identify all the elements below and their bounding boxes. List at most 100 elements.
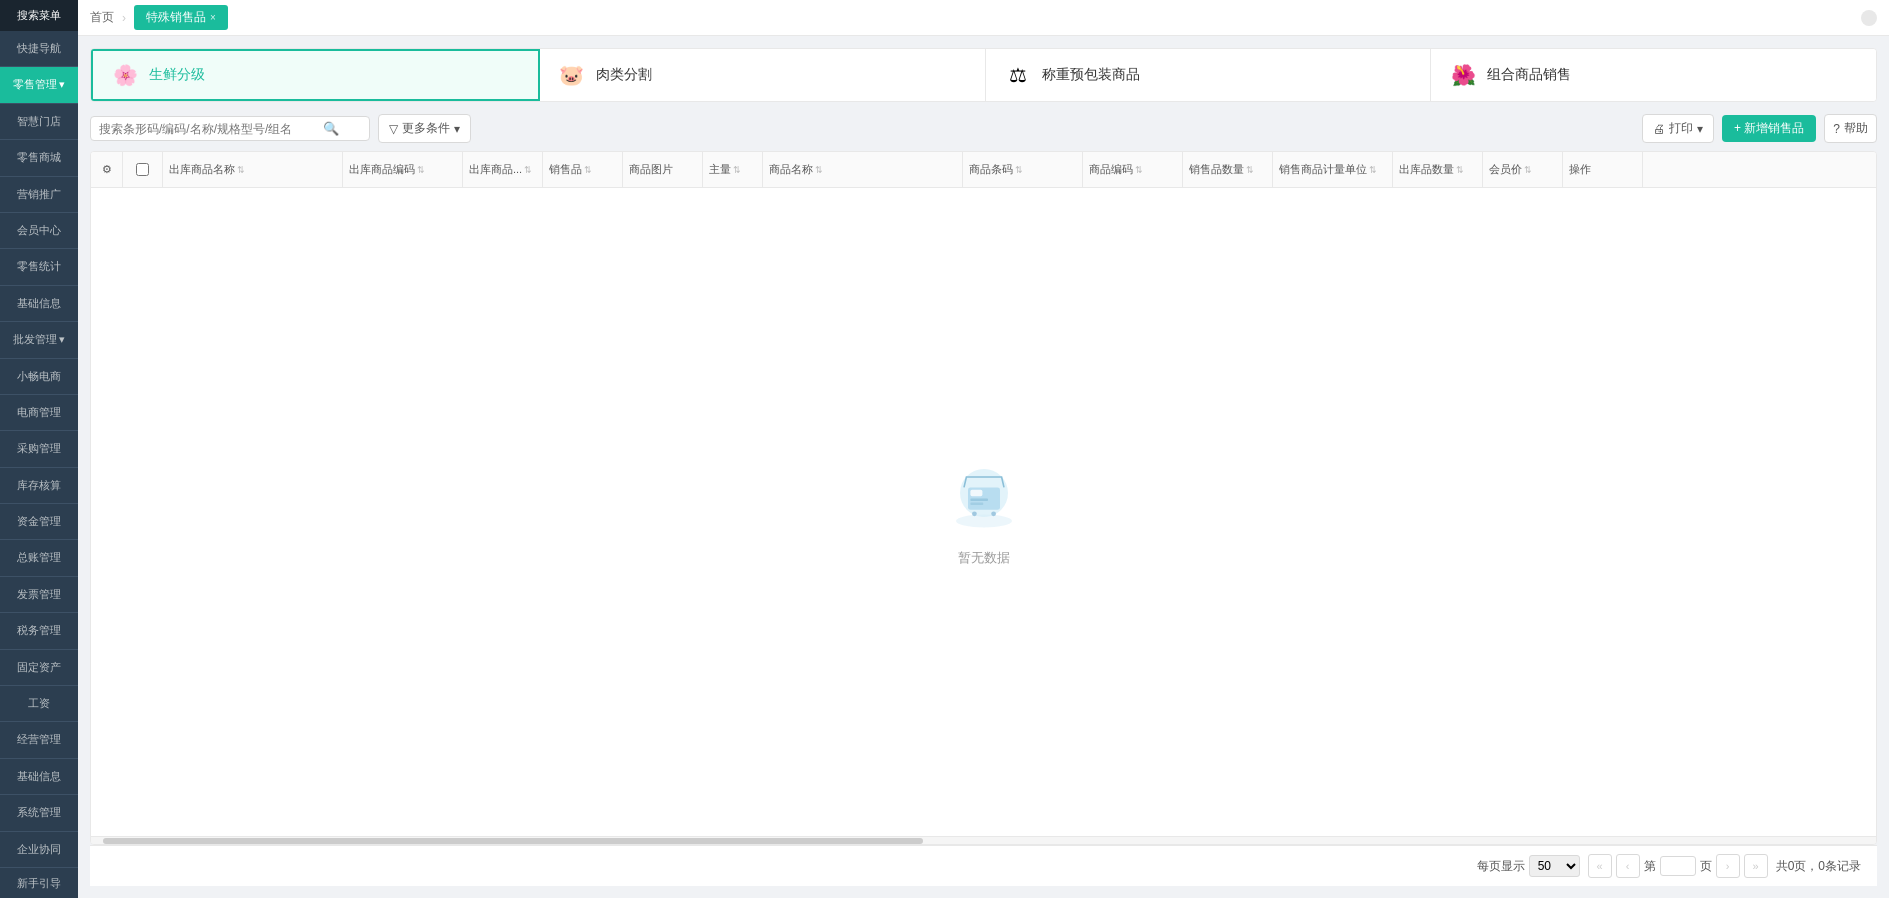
search-box[interactable]: 🔍	[90, 116, 370, 141]
th-checkbox[interactable]	[123, 152, 163, 187]
user-avatar[interactable]	[1861, 10, 1877, 26]
sidebar-item-ledger[interactable]: 总账管理	[0, 540, 78, 576]
select-all-checkbox[interactable]	[136, 163, 149, 176]
th-goodsname[interactable]: 商品名称 ⇅	[763, 152, 963, 187]
sidebar-item-baseinfo2[interactable]: 基础信息	[0, 759, 78, 795]
tab-combo[interactable]: 🌺 组合商品销售	[1431, 49, 1876, 101]
main-content: 首页 › 特殊销售品 × 🌸 生鲜分级 🐷 肉类分割 ⚖ 称重预包装商品	[78, 0, 1889, 898]
sort-icon-unit: ⇅	[1369, 165, 1377, 175]
th-goodsname-label: 商品名称	[769, 162, 813, 177]
th-saleitem[interactable]: 销售品 ⇅	[543, 152, 623, 187]
th-settings[interactable]: ⚙	[91, 152, 123, 187]
sidebar-item-member[interactable]: 会员中心	[0, 213, 78, 249]
sidebar-item-smartstore[interactable]: 智慧门店	[0, 104, 78, 140]
sidebar-logo[interactable]: 搜索菜单	[0, 0, 78, 31]
search-input[interactable]	[99, 122, 319, 136]
topbar: 首页 › 特殊销售品 ×	[78, 0, 1889, 36]
sidebar-item-newhand[interactable]: 新手引导	[0, 868, 78, 898]
close-tab-icon[interactable]: ×	[210, 12, 216, 23]
sidebar-item-finance[interactable]: 资金管理	[0, 504, 78, 540]
sidebar-item-wholesale[interactable]: 批发管理 ▾	[0, 322, 78, 358]
th-unit-label: 销售商品计量单位	[1279, 162, 1367, 177]
filter-icon: ▽	[389, 122, 398, 136]
tab-weight[interactable]: ⚖ 称重预包装商品	[986, 49, 1432, 101]
sort-icon-main: ⇅	[733, 165, 741, 175]
next-page-button[interactable]: ›	[1716, 854, 1740, 878]
table-header: ⚙ 出库商品名称 ⇅ 出库商品编码 ⇅ 出库商品... ⇅	[91, 152, 1876, 188]
sidebar-item-inventory[interactable]: 库存核算	[0, 468, 78, 504]
sidebar-item-retail[interactable]: 零售管理 ▾	[0, 67, 78, 103]
th-saleitem-label: 销售品	[549, 162, 582, 177]
sidebar-item-bizmanage[interactable]: 经营管理	[0, 722, 78, 758]
svg-point-6	[972, 511, 977, 516]
data-table: ⚙ 出库商品名称 ⇅ 出库商品编码 ⇅ 出库商品... ⇅	[90, 151, 1877, 845]
th-goodscode-label: 商品编码	[1089, 162, 1133, 177]
sort-icon-outsku: ⇅	[524, 165, 532, 175]
print-button[interactable]: 🖨 打印 ▾	[1642, 114, 1714, 143]
th-saleqty[interactable]: 销售品数量 ⇅	[1183, 152, 1273, 187]
sidebar-item-baseinfo1[interactable]: 基础信息	[0, 286, 78, 322]
sidebar-item-tax[interactable]: 税务管理	[0, 613, 78, 649]
page-label-prefix: 第	[1644, 858, 1656, 875]
horizontal-scrollbar[interactable]	[91, 836, 1876, 844]
sidebar-item-ecommercemanage[interactable]: 电商管理	[0, 395, 78, 431]
category-tabs: 🌸 生鲜分级 🐷 肉类分割 ⚖ 称重预包装商品 🌺 组合商品销售	[90, 48, 1877, 102]
last-page-button[interactable]: »	[1744, 854, 1768, 878]
sort-icon-saleitem: ⇅	[584, 165, 592, 175]
svg-rect-5	[970, 503, 983, 505]
page-label-suffix: 页	[1700, 858, 1712, 875]
fresh-icon: 🌸	[109, 63, 141, 87]
help-button[interactable]: ? 帮助	[1824, 114, 1877, 143]
sidebar-item-retailstat[interactable]: 零售统计	[0, 249, 78, 285]
sort-icon-outcode: ⇅	[417, 165, 425, 175]
th-outcode[interactable]: 出库商品编码 ⇅	[343, 152, 463, 187]
page-content: 🌸 生鲜分级 🐷 肉类分割 ⚖ 称重预包装商品 🌺 组合商品销售 🔍	[78, 36, 1889, 898]
sort-icon-goodsname: ⇅	[815, 165, 823, 175]
th-main-label: 主量	[709, 162, 731, 177]
prev-page-button[interactable]: ‹	[1616, 854, 1640, 878]
th-goodscode[interactable]: 商品编码 ⇅	[1083, 152, 1183, 187]
sidebar-item-quicknav[interactable]: 快捷导航	[0, 31, 78, 67]
toolbar-left: 🔍 ▽ 更多条件 ▾	[90, 114, 471, 143]
table-body: 暂无数据	[91, 188, 1876, 836]
filter-button[interactable]: ▽ 更多条件 ▾	[378, 114, 471, 143]
first-page-button[interactable]: «	[1588, 854, 1612, 878]
th-outsku[interactable]: 出库商品... ⇅	[463, 152, 543, 187]
page-size-label: 每页显示	[1477, 858, 1525, 875]
sidebar-item-ecommerce[interactable]: 小畅电商	[0, 359, 78, 395]
sidebar-item-retailmall[interactable]: 零售商城	[0, 140, 78, 176]
total-records-text: 共0页，0条记录	[1776, 858, 1861, 875]
sidebar-item-marketing[interactable]: 营销推广	[0, 177, 78, 213]
sidebar-item-payroll[interactable]: 工资	[0, 686, 78, 722]
sidebar-item-purchase[interactable]: 采购管理	[0, 431, 78, 467]
th-main[interactable]: 主量 ⇅	[703, 152, 763, 187]
page-number-input[interactable]: 1	[1660, 856, 1696, 876]
th-unit[interactable]: 销售商品计量单位 ⇅	[1273, 152, 1393, 187]
empty-text: 暂无数据	[958, 549, 1010, 567]
svg-rect-4	[970, 499, 988, 501]
sidebar-item-fixedasset[interactable]: 固定资产	[0, 650, 78, 686]
th-outqty[interactable]: 出库品数量 ⇅	[1393, 152, 1483, 187]
page-size-selector: 每页显示 10 20 50 100	[1477, 855, 1580, 877]
tab-fresh[interactable]: 🌸 生鲜分级	[91, 49, 540, 101]
scrollbar-thumb[interactable]	[103, 838, 923, 844]
search-icon[interactable]: 🔍	[323, 121, 339, 136]
pagination-bar: 每页显示 10 20 50 100 « ‹ 第 1 页 › » 共0页，0条记	[90, 845, 1877, 886]
tab-meat[interactable]: 🐷 肉类分割	[540, 49, 986, 101]
toolbar: 🔍 ▽ 更多条件 ▾ 🖨 打印 ▾ + 新增销售品 ?	[90, 114, 1877, 143]
th-barcode[interactable]: 商品条码 ⇅	[963, 152, 1083, 187]
th-outname[interactable]: 出库商品名称 ⇅	[163, 152, 343, 187]
add-button[interactable]: + 新增销售品	[1722, 115, 1816, 142]
th-barcode-label: 商品条码	[969, 162, 1013, 177]
th-outcode-label: 出库商品编码	[349, 162, 415, 177]
sidebar-item-enterprise[interactable]: 企业协同	[0, 832, 78, 868]
sidebar-item-invoice[interactable]: 发票管理	[0, 577, 78, 613]
page-size-select[interactable]: 10 20 50 100	[1529, 855, 1580, 877]
sidebar: 搜索菜单 快捷导航 零售管理 ▾ 智慧门店 零售商城 营销推广 会员中心 零售统…	[0, 0, 78, 898]
sidebar-item-system[interactable]: 系统管理	[0, 795, 78, 831]
print-label: 打印	[1669, 120, 1693, 137]
svg-point-7	[991, 511, 996, 516]
active-tab[interactable]: 特殊销售品 ×	[134, 5, 228, 30]
th-memberp[interactable]: 会员价 ⇅	[1483, 152, 1563, 187]
svg-rect-3	[970, 490, 982, 496]
